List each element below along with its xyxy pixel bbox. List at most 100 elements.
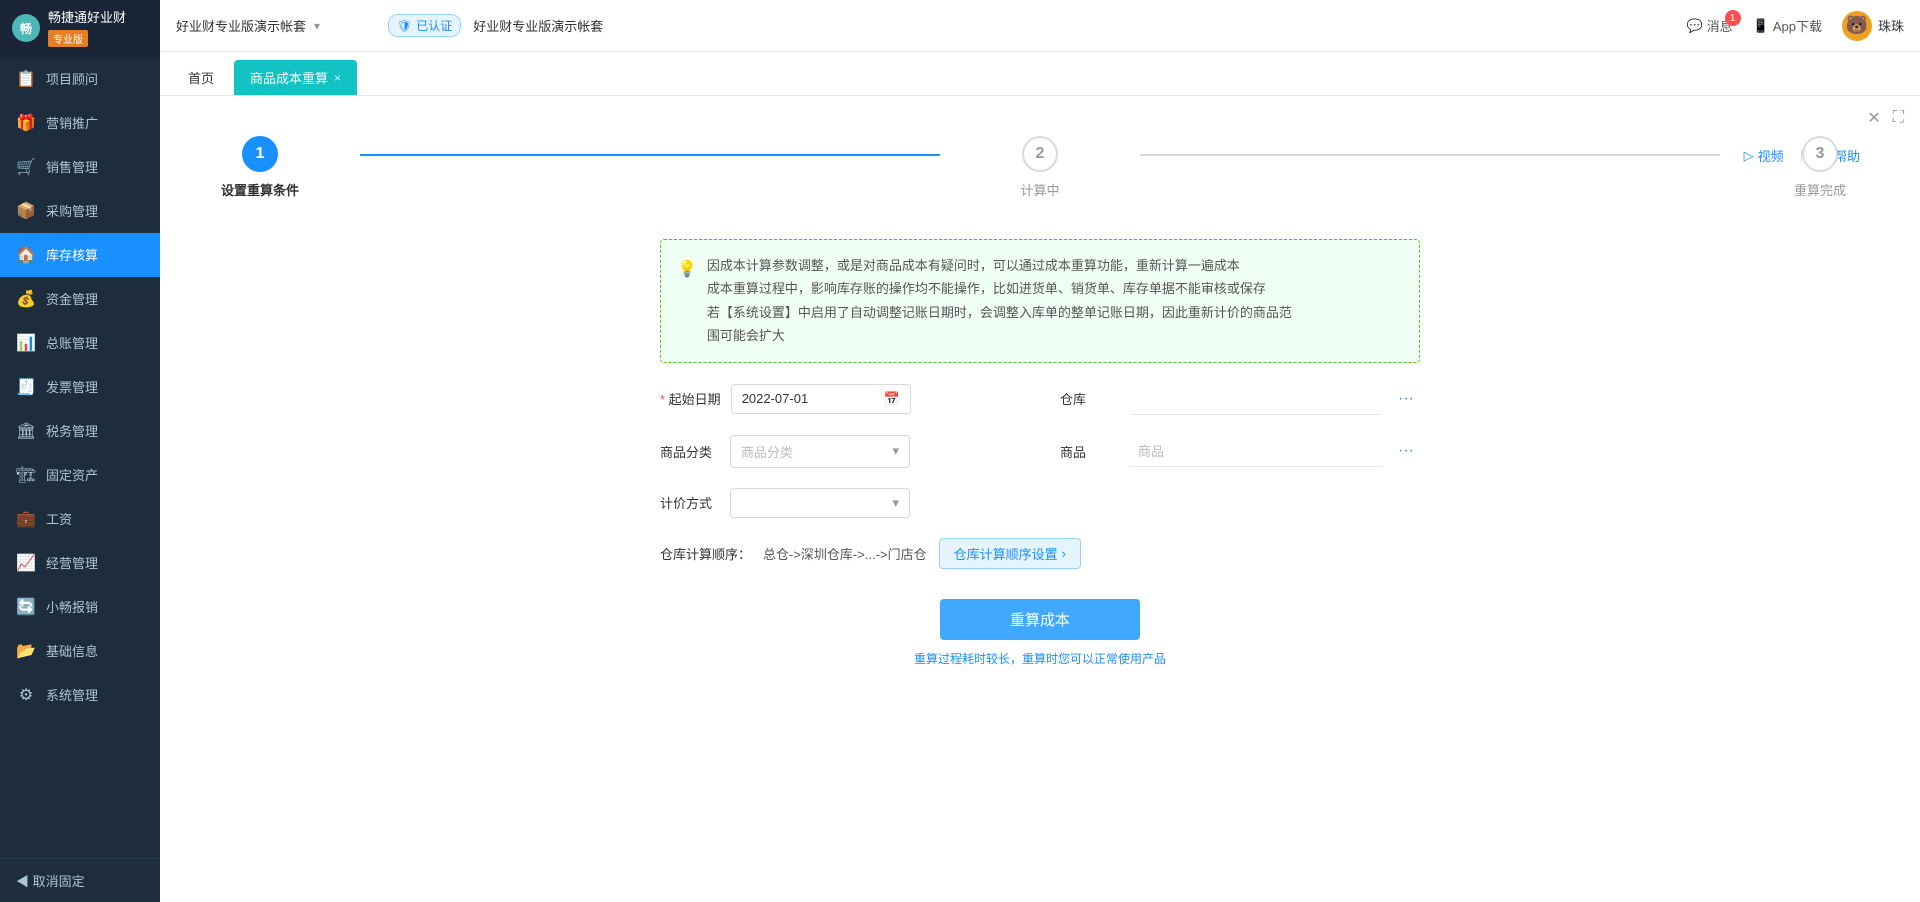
sidebar-item-marketing[interactable]: 🎁 营销推广 xyxy=(0,101,160,145)
start-date-label: 起始日期 xyxy=(660,389,721,408)
warehouse-field: 仓库 ··· xyxy=(1060,383,1420,415)
system-icon: ⚙ xyxy=(16,685,36,705)
category-field: 商品分类 商品分类 ▾ xyxy=(660,435,1020,468)
tab-close-icon[interactable]: × xyxy=(334,71,341,85)
sidebar-item-system[interactable]: ⚙ 系统管理 xyxy=(0,673,160,717)
step-3-circle: 3 xyxy=(1802,136,1838,172)
sidebar-item-label: 发票管理 xyxy=(46,377,98,396)
tab-home[interactable]: 首页 xyxy=(172,60,230,95)
sidebar-item-capital[interactable]: 💰 资金管理 xyxy=(0,277,160,321)
video-link[interactable]: ▷ 视频 xyxy=(1744,146,1784,165)
step-3-label: 重算完成 xyxy=(1794,180,1846,199)
pricing-select[interactable]: ▾ xyxy=(730,488,910,518)
category-label: 商品分类 xyxy=(660,442,720,461)
sidebar-item-payroll[interactable]: 💼 工资 xyxy=(0,497,160,541)
expand-window-button[interactable]: ⛶ xyxy=(1893,109,1904,127)
calendar-icon: 📅 xyxy=(884,391,900,407)
app-download-button[interactable]: 📱 App下载 xyxy=(1753,16,1822,35)
sidebar-item-label: 库存核算 xyxy=(46,245,98,264)
warehouse-select-button[interactable]: ··· xyxy=(1392,384,1420,414)
message-icon: 💬 xyxy=(1686,18,1702,34)
verified-text: 已认证 xyxy=(416,17,452,34)
sidebar-item-project[interactable]: 📋 项目顾问 xyxy=(0,57,160,101)
info-icon: 💡 xyxy=(677,256,697,348)
step-line-2 xyxy=(1140,154,1720,156)
step-2-label: 计算中 xyxy=(1020,180,1059,199)
topbar-company-name: 好业财专业版演示帐套 xyxy=(473,16,603,35)
sidebar-item-label: 项目顾问 xyxy=(46,69,98,88)
form-row-2: 商品分类 商品分类 ▾ 商品 商品 ··· xyxy=(660,435,1420,468)
form-row-3: 计价方式 ▾ xyxy=(660,488,1420,518)
operation-icon: 📈 xyxy=(16,553,36,573)
info-line-1: 因成本计算参数调整，或是对商品成本有疑问时，可以通过成本重算功能，重新计算一遍成… xyxy=(707,254,1292,277)
sidebar-item-label: 销售管理 xyxy=(46,157,98,176)
sidebar-item-assets[interactable]: 🏗 固定资产 xyxy=(0,453,160,497)
sidebar-item-tax[interactable]: 🏛 税务管理 xyxy=(0,409,160,453)
recalc-btn-label: 重算成本 xyxy=(1010,612,1070,629)
sidebar-item-expense[interactable]: 🔄 小畅报销 xyxy=(0,585,160,629)
sidebar-item-label: 营销推广 xyxy=(46,113,98,132)
home-tab-label: 首页 xyxy=(188,71,214,86)
inventory-icon: 🏠 xyxy=(16,245,36,265)
sidebar-item-inventory[interactable]: 🏠 库存核算 xyxy=(0,233,160,277)
user-profile-button[interactable]: 🐻 珠珠 xyxy=(1842,11,1904,41)
sidebar-item-label: 固定资产 xyxy=(46,465,98,484)
phone-icon: 📱 xyxy=(1753,18,1769,34)
purchase-icon: 📦 xyxy=(16,201,36,221)
goods-select-button[interactable]: ··· xyxy=(1392,436,1420,466)
marketing-icon: 🎁 xyxy=(16,113,36,133)
expense-icon: 🔄 xyxy=(16,597,36,617)
step-2-circle: 2 xyxy=(1022,136,1058,172)
info-box: 💡 因成本计算参数调整，或是对商品成本有疑问时，可以通过成本重算功能，重新计算一… xyxy=(660,239,1420,363)
step-3-number: 3 xyxy=(1816,145,1825,163)
start-date-input[interactable]: 2022-07-01 📅 xyxy=(731,384,911,414)
topbar-right: 💬 消息 1 📱 App下载 🐻 珠珠 xyxy=(1686,11,1904,41)
sidebar-unpin-button[interactable]: ◀ 取消固定 xyxy=(0,858,160,902)
sidebar-logo: 畅 xyxy=(12,14,40,42)
chevron-down-icon-pricing: ▾ xyxy=(892,495,899,511)
base-icon: 📂 xyxy=(16,641,36,661)
step-2-number: 2 xyxy=(1036,145,1045,163)
sidebar-item-label: 小畅报销 xyxy=(46,597,98,616)
sidebar-item-purchase[interactable]: 📦 采购管理 xyxy=(0,189,160,233)
sidebar-item-label: 经营管理 xyxy=(46,553,98,572)
warehouse-order-settings-button[interactable]: 仓库计算顺序设置 › xyxy=(939,538,1081,569)
sidebar-item-label: 税务管理 xyxy=(46,421,98,440)
category-select[interactable]: 商品分类 ▾ xyxy=(730,435,910,468)
verified-badge: 🛡 已认证 xyxy=(388,14,461,37)
recalc-button[interactable]: 重算成本 xyxy=(940,599,1140,640)
steps-container: 1 设置重算条件 2 计算中 3 重算完成 ▷ xyxy=(160,96,1920,219)
topbar: 好业财专业版演示帐套 ▾ 🛡 已认证 好业财专业版演示帐套 💬 消息 1 📱 A… xyxy=(160,0,1920,52)
app-download-label: App下载 xyxy=(1773,16,1822,35)
sidebar-item-sales[interactable]: 🛒 销售管理 xyxy=(0,145,160,189)
recalc-area: 重算成本 重算过程耗时较长，重算时您可以正常使用产品 xyxy=(660,599,1420,667)
info-text: 因成本计算参数调整，或是对商品成本有疑问时，可以通过成本重算功能，重新计算一遍成… xyxy=(707,254,1292,348)
sidebar: 畅 畅捷通好业财 专业版 📋 项目顾问 🎁 营销推广 🛒 销售管理 📦 采购管理… xyxy=(0,0,160,902)
tabbar: 首页 商品成本重算 × xyxy=(160,52,1920,96)
avatar: 🐻 xyxy=(1842,11,1872,41)
warehouse-order-btn-label: 仓库计算顺序设置 xyxy=(954,544,1058,563)
start-date-field: 起始日期 2022-07-01 📅 xyxy=(660,384,1020,414)
warehouse-label: 仓库 xyxy=(1060,389,1120,408)
payroll-icon: 💼 xyxy=(16,509,36,529)
sidebar-item-label: 工资 xyxy=(46,509,72,528)
goods-label: 商品 xyxy=(1060,442,1120,461)
sidebar-item-invoice[interactable]: 🧾 发票管理 xyxy=(0,365,160,409)
tax-icon: 🏛 xyxy=(16,421,36,441)
sidebar-item-accounting[interactable]: 📊 总账管理 xyxy=(0,321,160,365)
sidebar-item-operation[interactable]: 📈 经营管理 xyxy=(0,541,160,585)
sidebar-app-name: 畅捷通好业财 xyxy=(48,10,126,27)
message-button[interactable]: 💬 消息 1 xyxy=(1686,16,1732,35)
close-window-button[interactable]: ✕ xyxy=(1867,108,1880,128)
topbar-account[interactable]: 好业财专业版演示帐套 ▾ xyxy=(176,16,376,35)
tab-cost-recalc[interactable]: 商品成本重算 × xyxy=(234,60,357,95)
chevron-down-icon: ▾ xyxy=(892,443,899,459)
topbar-verified: 🛡 已认证 xyxy=(388,14,461,37)
sidebar-item-base[interactable]: 📂 基础信息 xyxy=(0,629,160,673)
message-badge: 1 xyxy=(1725,10,1741,26)
user-name: 珠珠 xyxy=(1878,16,1904,35)
info-line-3: 若【系统设置】中启用了自动调整记账日期时，会调整入库单的整单记账日期，因此重新计… xyxy=(707,301,1292,324)
chevron-right-icon: › xyxy=(1062,546,1066,561)
sidebar-item-label: 总账管理 xyxy=(46,333,98,352)
warehouse-order-row: 仓库计算顺序： 总仓->深圳仓库->...->门店仓 仓库计算顺序设置 › xyxy=(660,538,1420,569)
